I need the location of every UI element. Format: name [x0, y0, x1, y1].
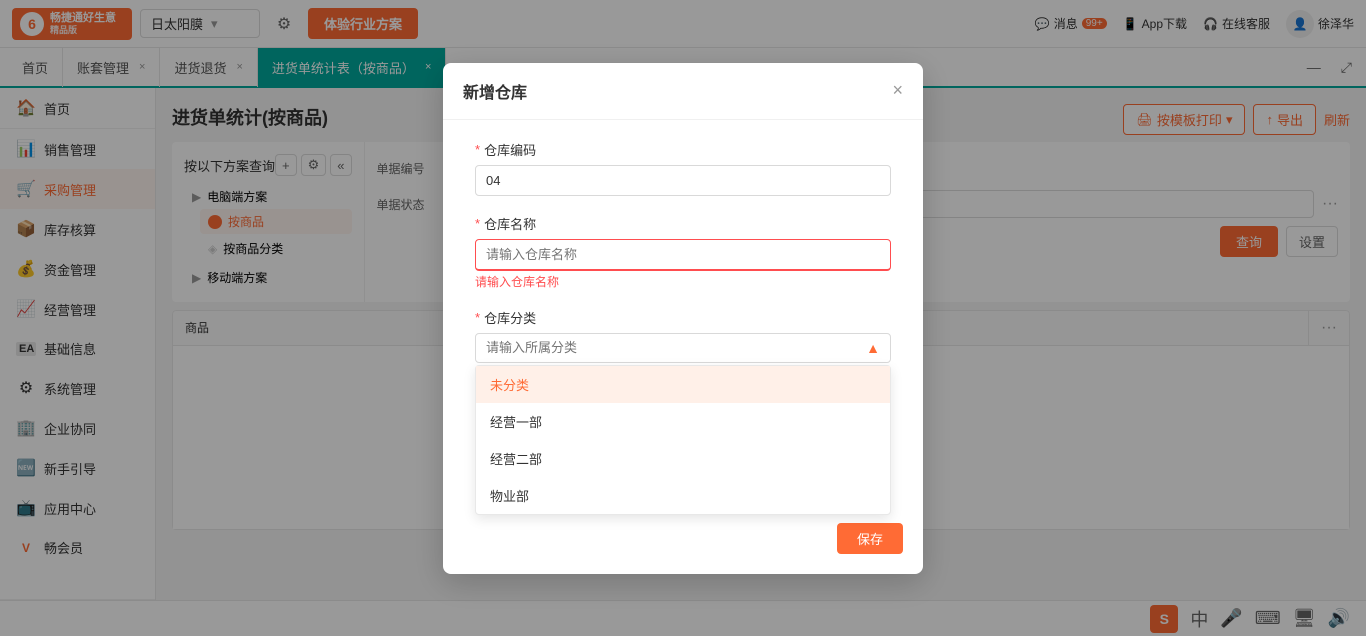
warehouse-name-input[interactable]: [475, 239, 891, 271]
warehouse-code-input[interactable]: [475, 165, 891, 196]
modal-overlay[interactable]: 新增仓库 × * 仓库编码 * 仓库名称 请输入仓库名称: [0, 0, 1366, 636]
modal-body: * 仓库编码 * 仓库名称 请输入仓库名称 * 仓库分类: [443, 120, 923, 507]
modal-close-btn[interactable]: ×: [892, 80, 903, 101]
category-dropdown: 未分类 经营一部 经营二部 物业部: [475, 365, 891, 515]
modal-title: 新增仓库: [463, 79, 527, 103]
category-label: * 仓库分类: [475, 308, 891, 327]
dropdown-item-2[interactable]: 经营二部: [476, 440, 890, 477]
new-warehouse-modal: 新增仓库 × * 仓库编码 * 仓库名称 请输入仓库名称: [443, 63, 923, 574]
form-row-category: * 仓库分类 ▲ 未分类 经营一部 经营二部 物业部: [475, 308, 891, 363]
dropdown-item-3[interactable]: 物业部: [476, 477, 890, 514]
dropdown-item-1[interactable]: 经营一部: [476, 403, 890, 440]
chevron-up-icon: ▲: [866, 340, 880, 356]
name-label: * 仓库名称: [475, 214, 891, 233]
category-input[interactable]: [486, 340, 866, 355]
category-selector[interactable]: ▲: [475, 333, 891, 363]
code-label: * 仓库编码: [475, 140, 891, 159]
modal-header: 新增仓库 ×: [443, 63, 923, 120]
modal-footer: 保存: [443, 523, 923, 554]
name-error-msg: 请输入仓库名称: [475, 273, 891, 290]
form-row-name: * 仓库名称 请输入仓库名称: [475, 214, 891, 290]
save-btn[interactable]: 保存: [837, 523, 903, 554]
dropdown-item-0[interactable]: 未分类: [476, 366, 890, 403]
form-row-code: * 仓库编码: [475, 140, 891, 196]
